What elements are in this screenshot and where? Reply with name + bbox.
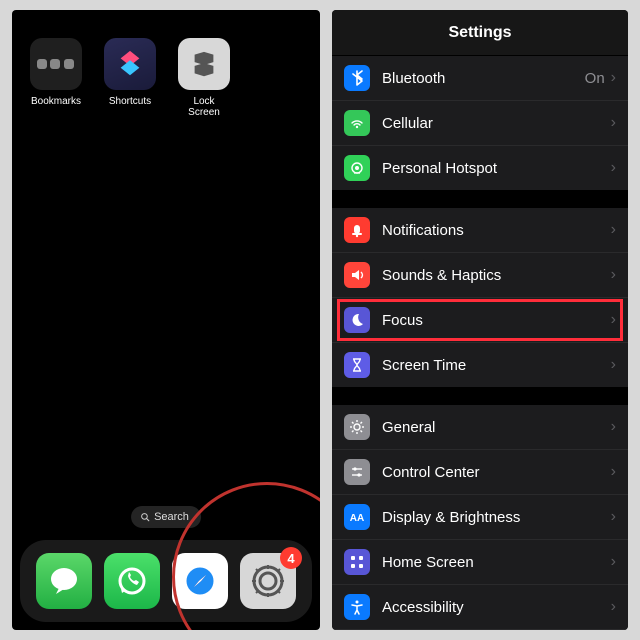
settings-row-notifications[interactable]: Notifications› (332, 208, 628, 253)
settings-screen: Settings BluetoothOn›Cellular›Personal H… (332, 10, 628, 630)
search-pill[interactable]: Search (131, 506, 201, 528)
chevron-right-icon: › (611, 159, 616, 177)
settings-gear-icon (250, 563, 286, 599)
safari-icon (182, 563, 218, 599)
settings-row-personal-hotspot[interactable]: Personal Hotspot› (332, 146, 628, 190)
screentime-icon (344, 352, 370, 378)
row-label: Control Center (382, 464, 611, 481)
chevron-right-icon: › (611, 508, 616, 526)
dock: 4 (20, 540, 312, 622)
hotspot-icon (344, 155, 370, 181)
chevron-right-icon: › (611, 418, 616, 436)
lockscreen-icon (178, 38, 230, 90)
app-label: Bookmarks (30, 96, 82, 107)
messages-app[interactable] (36, 553, 92, 609)
settings-row-accessibility[interactable]: Accessibility› (332, 585, 628, 630)
homescreen-icon (344, 549, 370, 575)
settings-app[interactable]: 4 (240, 553, 296, 609)
whatsapp-app[interactable] (104, 553, 160, 609)
row-label: Display & Brightness (382, 509, 611, 526)
cellular-icon (344, 110, 370, 136)
chevron-right-icon: › (611, 311, 616, 329)
lockscreen-app[interactable]: Lock Screen (178, 38, 230, 118)
row-label: Personal Hotspot (382, 160, 611, 177)
row-label: Notifications (382, 222, 611, 239)
row-value: On (585, 70, 605, 87)
app-label: Lock Screen (178, 96, 230, 118)
settings-row-cellular[interactable]: Cellular› (332, 101, 628, 146)
settings-list[interactable]: BluetoothOn›Cellular›Personal Hotspot›No… (332, 56, 628, 630)
search-icon (140, 512, 150, 522)
general-icon (344, 414, 370, 440)
bluetooth-icon (344, 65, 370, 91)
settings-group: General›Control Center›Display & Brightn… (332, 405, 628, 630)
settings-row-sounds-haptics[interactable]: Sounds & Haptics› (332, 253, 628, 298)
safari-app[interactable] (172, 553, 228, 609)
bookmarks-folder[interactable]: Bookmarks (30, 38, 82, 118)
display-icon (344, 504, 370, 530)
shortcuts-icon (104, 38, 156, 90)
chevron-right-icon: › (611, 463, 616, 481)
focus-icon (344, 307, 370, 333)
chevron-right-icon: › (611, 69, 616, 87)
row-label: Home Screen (382, 554, 611, 571)
search-label: Search (154, 511, 189, 523)
app-label: Shortcuts (104, 96, 156, 107)
sounds-icon (344, 262, 370, 288)
row-label: Accessibility (382, 599, 611, 616)
controlcenter-icon (344, 459, 370, 485)
accessibility-icon (344, 594, 370, 620)
settings-row-focus[interactable]: Focus› (332, 298, 628, 343)
settings-row-bluetooth[interactable]: BluetoothOn › (332, 56, 628, 101)
home-screen: Bookmarks Shortcuts Lock Screen Search (12, 10, 320, 630)
settings-badge: 4 (280, 547, 302, 569)
row-label: Bluetooth (382, 70, 585, 87)
notifications-icon (344, 217, 370, 243)
shortcuts-app[interactable]: Shortcuts (104, 38, 156, 118)
row-label: Cellular (382, 115, 611, 132)
messages-icon (46, 563, 82, 599)
settings-row-display-brightness[interactable]: Display & Brightness› (332, 495, 628, 540)
folder-icon (30, 38, 82, 90)
settings-row-control-center[interactable]: Control Center› (332, 450, 628, 495)
chevron-right-icon: › (611, 553, 616, 571)
whatsapp-icon (114, 563, 150, 599)
chevron-right-icon: › (611, 356, 616, 374)
settings-row-general[interactable]: General› (332, 405, 628, 450)
chevron-right-icon: › (611, 266, 616, 284)
row-label: Focus (382, 312, 611, 329)
chevron-right-icon: › (611, 221, 616, 239)
settings-row-home-screen[interactable]: Home Screen› (332, 540, 628, 585)
settings-group: Notifications›Sounds & Haptics›Focus›Scr… (332, 208, 628, 387)
settings-row-screen-time[interactable]: Screen Time› (332, 343, 628, 387)
chevron-right-icon: › (611, 114, 616, 132)
home-apps-row: Bookmarks Shortcuts Lock Screen (12, 10, 320, 118)
row-label: General (382, 419, 611, 436)
nav-title: Settings (332, 10, 628, 56)
chevron-right-icon: › (611, 598, 616, 616)
settings-group: BluetoothOn›Cellular›Personal Hotspot› (332, 56, 628, 190)
row-label: Screen Time (382, 357, 611, 374)
row-label: Sounds & Haptics (382, 267, 611, 284)
